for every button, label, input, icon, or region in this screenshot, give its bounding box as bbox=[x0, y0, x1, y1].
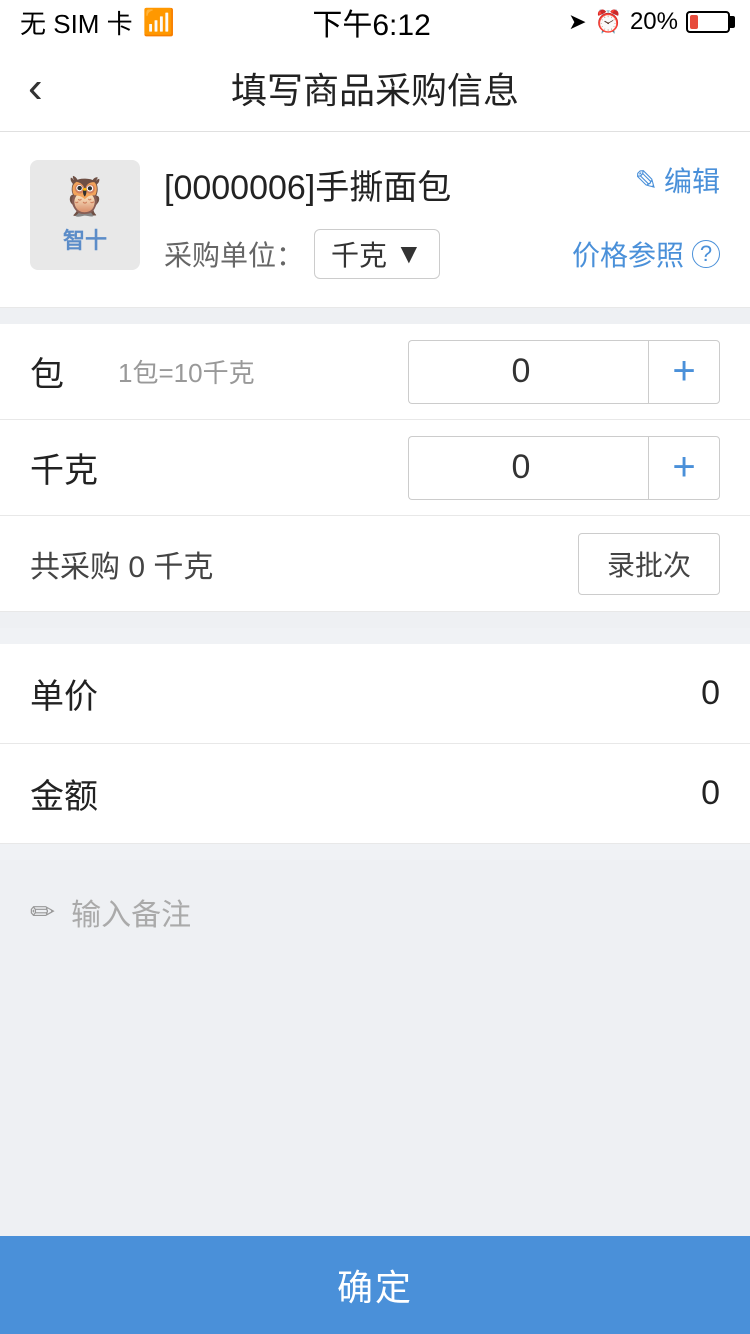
package-label: 包 bbox=[30, 347, 110, 396]
price-section: 单价 0 金额 0 bbox=[0, 644, 750, 844]
package-row: 包 1包=10千克 + bbox=[0, 324, 750, 420]
total-label: 共采购 0 千克 bbox=[30, 542, 213, 586]
total-row: 共采购 0 千克 录批次 bbox=[0, 516, 750, 612]
battery-icon bbox=[686, 11, 730, 33]
product-name: [0000006]手撕面包 bbox=[164, 160, 451, 209]
kg-quantity-input[interactable] bbox=[408, 436, 648, 500]
amount-value: 0 bbox=[701, 774, 720, 813]
kg-row: 千克 + bbox=[0, 420, 750, 516]
unit-price-value: 0 bbox=[701, 674, 720, 713]
batch-button[interactable]: 录批次 bbox=[578, 533, 720, 595]
input-section: 包 1包=10千克 + 千克 + 共采购 0 千克 录批次 bbox=[0, 324, 750, 612]
kg-label: 千克 bbox=[30, 443, 110, 492]
amount-row: 金额 0 bbox=[0, 744, 750, 844]
unit-select[interactable]: 千克 ▼ bbox=[314, 229, 440, 279]
unit-price-row: 单价 0 bbox=[0, 644, 750, 744]
status-left: 无 SIM 卡 📶 bbox=[20, 4, 175, 41]
pencil-icon: ✏ bbox=[30, 895, 55, 930]
no-sim-label: 无 SIM 卡 bbox=[20, 4, 133, 41]
package-input-right: + bbox=[408, 340, 720, 404]
package-plus-button[interactable]: + bbox=[648, 340, 720, 404]
status-right: ➤ ⏰ 20% bbox=[568, 8, 730, 36]
edit-icon: ✎ bbox=[635, 164, 658, 197]
amount-label: 金额 bbox=[30, 769, 98, 818]
confirm-button[interactable]: 确定 bbox=[0, 1236, 750, 1334]
product-card: 🦉 智十 [0000006]手撕面包 ✎ 编辑 采购单位： 千克 ▼ 价格参照 bbox=[0, 132, 750, 308]
status-bar: 无 SIM 卡 📶 下午6:12 ➤ ⏰ 20% bbox=[0, 0, 750, 44]
edit-button[interactable]: ✎ 编辑 bbox=[635, 160, 720, 200]
location-icon: ➤ bbox=[568, 9, 586, 35]
alarm-icon: ⏰ bbox=[595, 9, 622, 35]
nav-bar: ‹ 填写商品采购信息 bbox=[0, 44, 750, 132]
product-header: [0000006]手撕面包 ✎ 编辑 bbox=[164, 160, 720, 209]
wifi-icon: 📶 bbox=[143, 7, 175, 38]
help-icon: ? bbox=[692, 240, 720, 268]
unit-price-label: 单价 bbox=[30, 669, 98, 718]
kg-plus-button[interactable]: + bbox=[648, 436, 720, 500]
battery-percent: 20% bbox=[630, 8, 678, 36]
status-time: 下午6:12 bbox=[312, 0, 430, 44]
section-divider-1 bbox=[0, 308, 750, 324]
owl-icon: 🦉 bbox=[61, 175, 108, 219]
kg-input-right: + bbox=[408, 436, 720, 500]
price-reference-button[interactable]: 价格参照 ? bbox=[572, 234, 720, 274]
unit-label: 采购单位： 千克 ▼ bbox=[164, 229, 440, 279]
back-button[interactable]: ‹ bbox=[28, 63, 43, 113]
remark-placeholder: 输入备注 bbox=[71, 890, 191, 934]
section-divider-2 bbox=[0, 612, 750, 628]
page-title: 填写商品采购信息 bbox=[231, 62, 519, 114]
dropdown-icon: ▼ bbox=[395, 238, 423, 270]
product-info: [0000006]手撕面包 ✎ 编辑 采购单位： 千克 ▼ 价格参照 ? bbox=[164, 160, 720, 279]
remark-section[interactable]: ✏ 输入备注 bbox=[0, 860, 750, 964]
package-quantity-input[interactable] bbox=[408, 340, 648, 404]
product-unit-row: 采购单位： 千克 ▼ 价格参照 ? bbox=[164, 229, 720, 279]
brand-text: 智十 bbox=[63, 223, 107, 255]
package-sub-label: 1包=10千克 bbox=[118, 353, 255, 390]
product-image: 🦉 智十 bbox=[30, 160, 140, 270]
